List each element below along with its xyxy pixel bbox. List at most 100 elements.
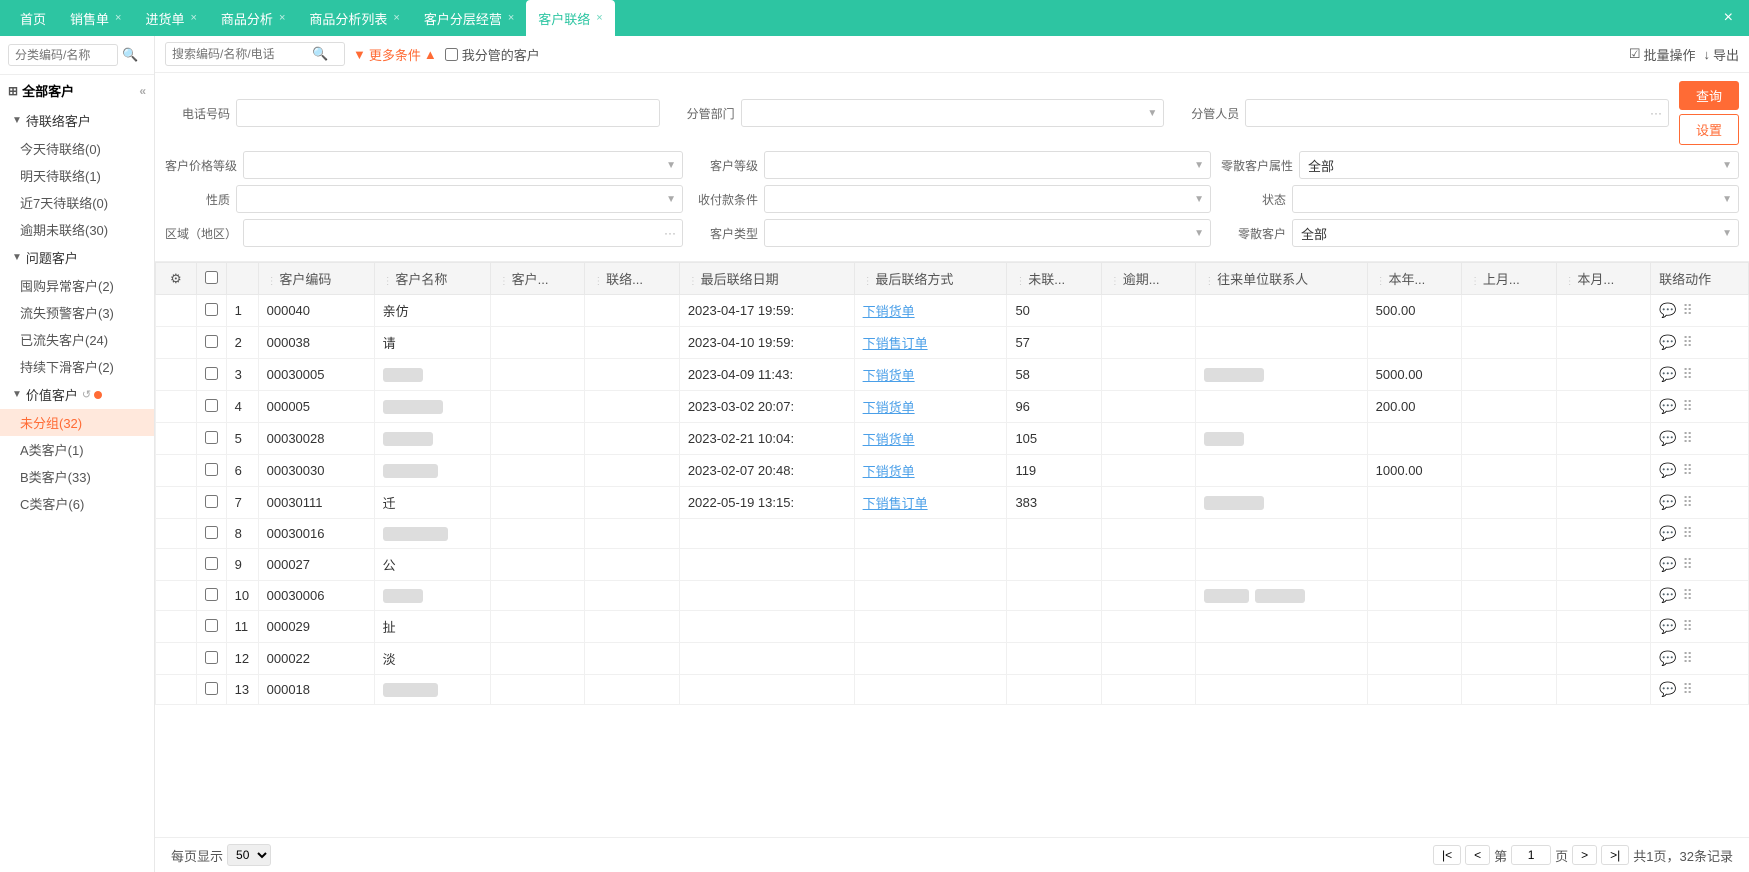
tab-purchase[interactable]: 进货单 × <box>133 0 208 36</box>
close-tab-analysis-list[interactable]: × <box>393 12 399 24</box>
comment-icon[interactable]: 💬 <box>1659 681 1676 698</box>
more-icon[interactable]: ⠿ <box>1683 556 1693 573</box>
more-icon[interactable]: ⠿ <box>1683 681 1693 698</box>
comment-icon[interactable]: 💬 <box>1659 650 1676 667</box>
sidebar-item-churned[interactable]: 已流失客户(24) <box>0 326 154 353</box>
batch-op-btn[interactable]: ☑ 批量操作 <box>1629 45 1696 64</box>
all-customers-header[interactable]: ⊞ 全部客户 « <box>0 75 154 106</box>
row-checkbox[interactable] <box>205 431 218 444</box>
more-conditions-btn[interactable]: ▼ 更多条件 ▲ <box>353 45 437 64</box>
tab-analysis[interactable]: 商品分析 × <box>209 0 297 36</box>
row-settings[interactable] <box>156 487 197 519</box>
sidebar-item-declining[interactable]: 持续下滑客户(2) <box>0 353 154 380</box>
comment-icon[interactable]: 💬 <box>1659 556 1676 573</box>
code-col-header[interactable]: 客户编码 <box>258 263 374 295</box>
comment-icon[interactable]: 💬 <box>1659 302 1676 319</box>
tab-customer-tier[interactable]: 客户分层经营 × <box>412 0 526 36</box>
more-icon[interactable]: ⠿ <box>1683 302 1693 319</box>
tab-analysis-list[interactable]: 商品分析列表 × <box>297 0 411 36</box>
refresh-icon[interactable]: ↺ <box>82 388 91 401</box>
row-settings[interactable] <box>156 423 197 455</box>
comment-icon[interactable]: 💬 <box>1659 525 1676 542</box>
contact-way-link[interactable]: 下销售订单 <box>863 336 928 351</box>
sidebar-item-hoard[interactable]: 囤购异常客户(2) <box>0 272 154 299</box>
sidebar-item-ungrouped[interactable]: 未分组(32) <box>0 409 154 436</box>
row-settings[interactable] <box>156 549 197 581</box>
last-contact-date-col-header[interactable]: 最后联络日期 <box>679 263 854 295</box>
reset-button[interactable]: 设置 <box>1679 114 1739 145</box>
more-icon[interactable]: ⠿ <box>1683 462 1693 479</box>
tab-customer-contact[interactable]: 客户联络 × <box>526 0 614 36</box>
filter-status-select[interactable]: ▼ <box>1292 185 1739 213</box>
next-page-btn[interactable]: > <box>1572 845 1597 865</box>
row-settings[interactable] <box>156 295 197 327</box>
query-button[interactable]: 查询 <box>1679 81 1739 110</box>
export-btn[interactable]: ↓ 导出 <box>1703 45 1739 64</box>
sidebar-item-overdue[interactable]: 逾期未联络(30) <box>0 216 154 243</box>
comment-icon[interactable]: 💬 <box>1659 587 1676 604</box>
sidebar-item-class-b[interactable]: B类客户(33) <box>0 463 154 490</box>
name-col-header[interactable]: 客户名称 <box>374 263 490 295</box>
comment-icon[interactable]: 💬 <box>1659 334 1676 351</box>
more-icon[interactable]: ⠿ <box>1683 525 1693 542</box>
last-month-col-header[interactable]: 上月... <box>1462 263 1556 295</box>
close-tab-analysis[interactable]: × <box>279 12 285 24</box>
page-input[interactable] <box>1511 845 1551 865</box>
pending-contact-group[interactable]: ▼ 待联络客户 <box>0 106 154 135</box>
comment-icon[interactable]: 💬 <box>1659 398 1676 415</box>
overdue-col-header[interactable]: 逾期... <box>1101 263 1195 295</box>
contact-way-link[interactable]: 下销货单 <box>863 304 915 319</box>
row-settings[interactable] <box>156 581 197 611</box>
more-icon[interactable]: ⠿ <box>1683 366 1693 383</box>
prev-page-btn[interactable]: < <box>1465 845 1490 865</box>
last-page-btn[interactable]: >| <box>1601 845 1629 865</box>
filter-retail-attr-select[interactable]: 全部 ▼ <box>1299 151 1739 179</box>
category-search-icon[interactable]: 🔍 <box>122 47 138 63</box>
contact-way-link[interactable]: 下销货单 <box>863 464 915 479</box>
row-checkbox[interactable] <box>205 463 218 476</box>
category-search-input[interactable] <box>8 44 118 66</box>
comment-icon[interactable]: 💬 <box>1659 462 1676 479</box>
row-settings[interactable] <box>156 519 197 549</box>
row-checkbox[interactable] <box>205 619 218 632</box>
more-icon[interactable]: ⠿ <box>1683 650 1693 667</box>
my-customers-checkbox[interactable] <box>445 48 458 61</box>
close-tab-purchase[interactable]: × <box>190 12 196 24</box>
main-search-icon[interactable]: 🔍 <box>312 46 328 62</box>
contact-way-link[interactable]: 下销货单 <box>863 432 915 447</box>
first-page-btn[interactable]: |< <box>1433 845 1461 865</box>
filter-price-level-select[interactable]: ▼ <box>243 151 683 179</box>
more-icon[interactable]: ⠿ <box>1683 430 1693 447</box>
row-settings[interactable] <box>156 611 197 643</box>
row-settings[interactable] <box>156 391 197 423</box>
collapse-icon[interactable]: « <box>139 84 146 98</box>
sidebar-item-churn-warning[interactable]: 流失预警客户(3) <box>0 299 154 326</box>
filter-customer-type-select[interactable]: ▼ <box>764 219 1211 247</box>
type-col-header[interactable]: 客户... <box>490 263 584 295</box>
problem-customer-group[interactable]: ▼ 问题客户 <box>0 243 154 272</box>
this-month-col-header[interactable]: 本月... <box>1556 263 1650 295</box>
close-window-btn[interactable]: × <box>1716 9 1741 27</box>
row-checkbox[interactable] <box>205 367 218 380</box>
contact-way-link[interactable]: 下销售订单 <box>863 496 928 511</box>
comment-icon[interactable]: 💬 <box>1659 618 1676 635</box>
filter-nature-select[interactable]: ▼ <box>236 185 683 213</box>
filter-region-input[interactable] <box>243 219 683 247</box>
row-checkbox[interactable] <box>205 399 218 412</box>
contact-way-link[interactable]: 下销货单 <box>863 368 915 383</box>
sidebar-item-class-c[interactable]: C类客户(6) <box>0 490 154 517</box>
contact-way-link[interactable]: 下销货单 <box>863 400 915 415</box>
sidebar-item-7days[interactable]: 近7天待联络(0) <box>0 189 154 216</box>
filter-dept-select[interactable]: ▼ <box>741 99 1165 127</box>
sidebar-item-today[interactable]: 今天待联络(0) <box>0 135 154 162</box>
row-settings[interactable] <box>156 455 197 487</box>
row-checkbox[interactable] <box>205 588 218 601</box>
comment-icon[interactable]: 💬 <box>1659 494 1676 511</box>
filter-retail-customer-select[interactable]: 全部 ▼ <box>1292 219 1739 247</box>
no-contact-col-header[interactable]: 未联... <box>1007 263 1101 295</box>
value-customer-group[interactable]: ▼ 价值客户 ↺ <box>0 380 154 409</box>
row-settings[interactable] <box>156 643 197 675</box>
comment-icon[interactable]: 💬 <box>1659 366 1676 383</box>
row-checkbox[interactable] <box>205 303 218 316</box>
row-checkbox[interactable] <box>205 526 218 539</box>
